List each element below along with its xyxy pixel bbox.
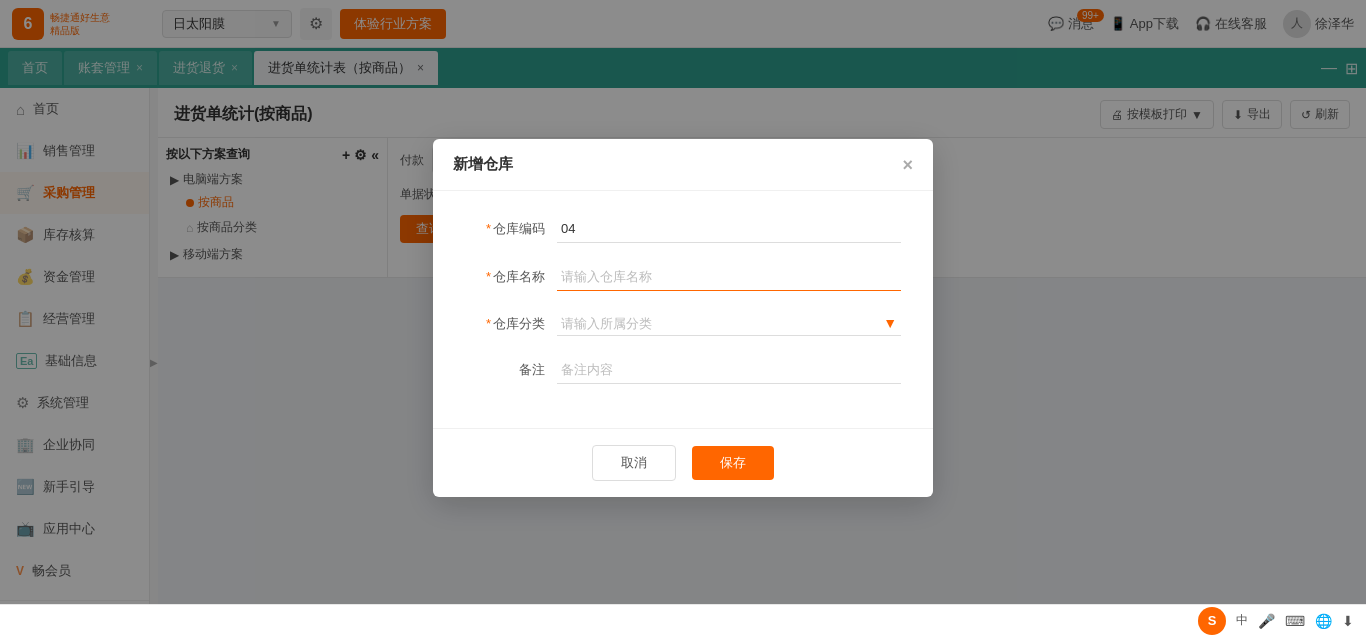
code-input[interactable] [557,215,901,243]
bottom-globe-icon[interactable]: 🌐 [1315,613,1332,629]
category-select[interactable]: 请输入所属分类 [561,316,883,331]
modal-header: 新增仓库 × [433,139,933,191]
cancel-button[interactable]: 取消 [592,445,676,481]
modal-close-button[interactable]: × [902,156,913,174]
bottom-down-icon[interactable]: ⬇ [1342,613,1354,629]
bottom-keyboard-icon[interactable]: ⌨ [1285,613,1305,629]
name-input[interactable] [557,263,901,291]
form-row-note: 备注 [465,356,901,384]
bottom-logo: S [1198,607,1226,635]
add-warehouse-modal: 新增仓库 × 仓库编码 仓库名称 仓库分类 请输入所属分类 ▼ [433,139,933,497]
modal-footer: 取消 保存 [433,428,933,497]
form-row-category: 仓库分类 请输入所属分类 ▼ [465,311,901,336]
save-button[interactable]: 保存 [692,446,774,480]
category-arrow-icon: ▼ [883,315,897,331]
modal-title: 新增仓库 [453,155,513,174]
name-label: 仓库名称 [465,268,545,286]
form-row-code: 仓库编码 [465,215,901,243]
form-row-name: 仓库名称 [465,263,901,291]
bottom-mic-icon[interactable]: 🎤 [1258,613,1275,629]
note-input[interactable] [557,356,901,384]
bottom-statusbar: S 中 🎤 ⌨ 🌐 ⬇ [0,604,1366,636]
category-label: 仓库分类 [465,315,545,333]
category-select-wrapper: 请输入所属分类 ▼ [557,311,901,336]
code-label: 仓库编码 [465,220,545,238]
modal-overlay: 新增仓库 × 仓库编码 仓库名称 仓库分类 请输入所属分类 ▼ [0,0,1366,636]
modal-body: 仓库编码 仓库名称 仓库分类 请输入所属分类 ▼ 备注 [433,191,933,428]
bottom-zh-icon[interactable]: 中 [1236,612,1248,629]
note-label: 备注 [465,361,545,379]
